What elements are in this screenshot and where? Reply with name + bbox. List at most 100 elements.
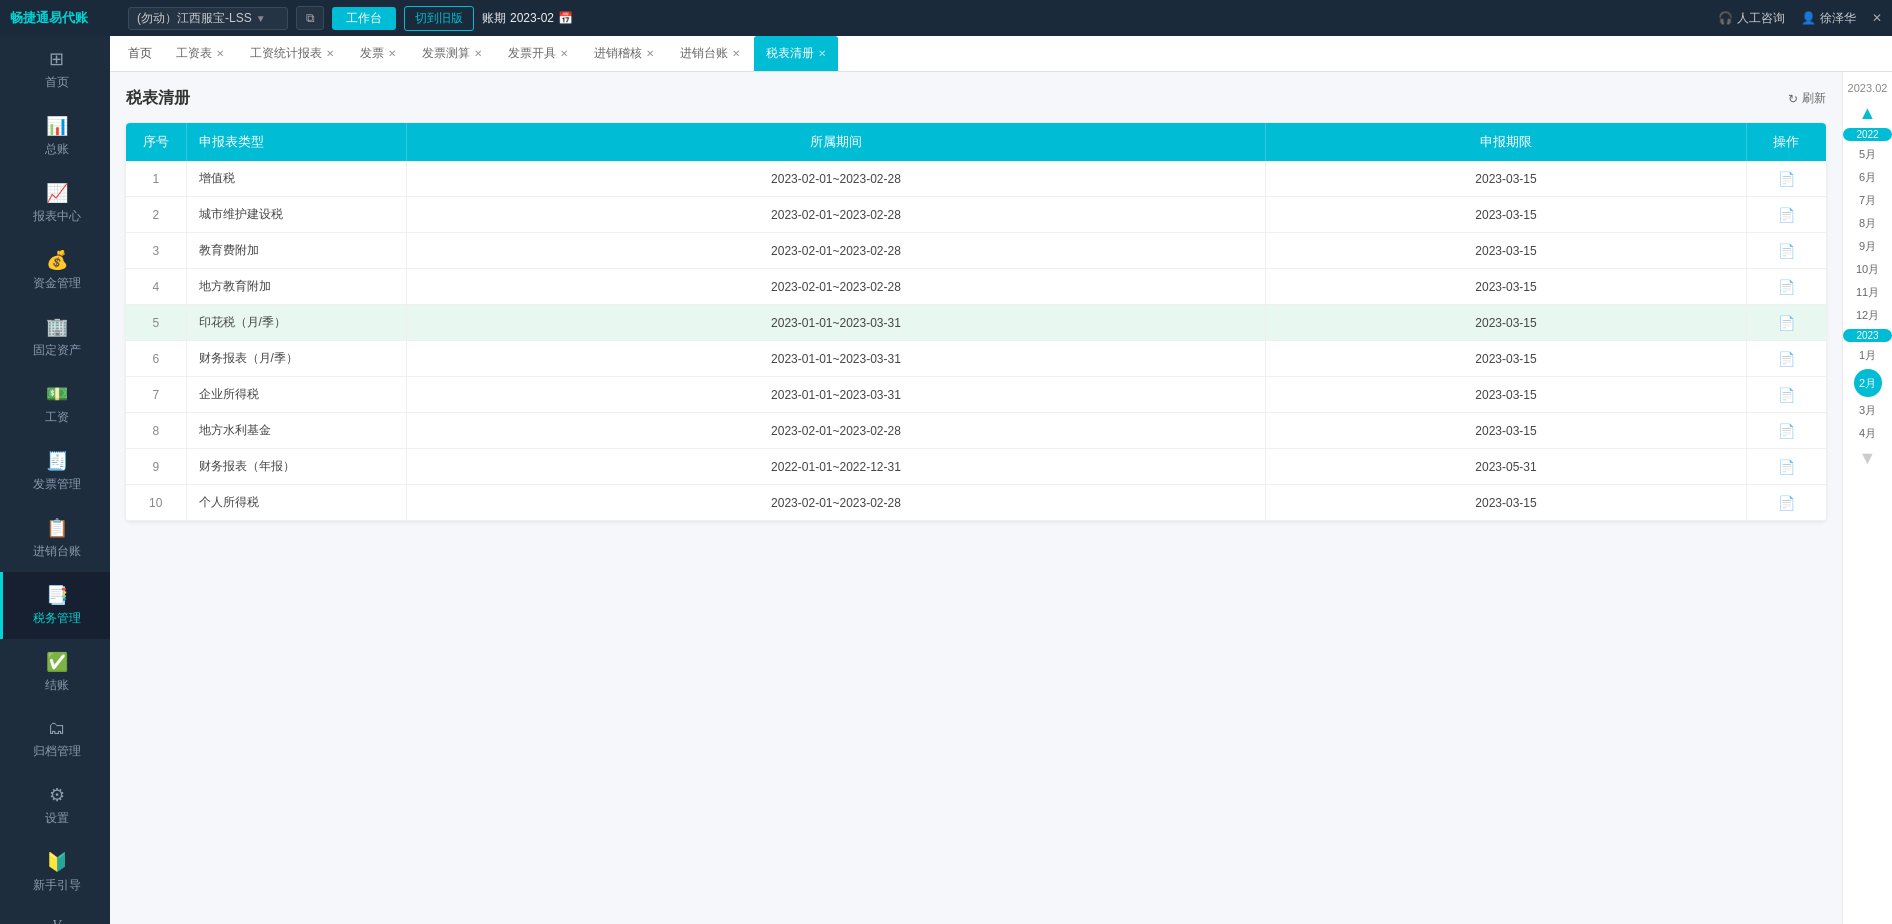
tab-tax-register[interactable]: 税表清册 ✕ <box>754 36 838 71</box>
reports-icon: 📈 <box>46 182 68 204</box>
tab-payroll[interactable]: 工资表 ✕ <box>164 36 236 71</box>
tab-close-icon[interactable]: ✕ <box>560 48 568 59</box>
table-header-row: 序号 申报表类型 所属期间 申报期限 操作 <box>126 123 1826 161</box>
file-action-icon[interactable]: 📄 <box>1778 423 1795 439</box>
tab-purchase-ledger[interactable]: 进销台账 ✕ <box>668 36 752 71</box>
cell-deadline: 2023-03-15 <box>1266 197 1746 233</box>
month-3[interactable]: 3月 <box>1843 399 1892 422</box>
tab-home[interactable]: 首页 <box>118 36 162 71</box>
workspace-button[interactable]: 工作台 <box>332 7 396 30</box>
member-icon: V <box>52 918 61 924</box>
tab-invoice-open[interactable]: 发票开具 ✕ <box>496 36 580 71</box>
month-1[interactable]: 1月 <box>1843 344 1892 367</box>
table-row: 2城市维护建设税2023-02-01~2023-02-282023-03-15📄 <box>126 197 1826 233</box>
file-action-icon[interactable]: 📄 <box>1778 495 1795 511</box>
sidebar-item-assets[interactable]: 🏢 固定资产 <box>0 304 110 371</box>
sidebar-item-label: 归档管理 <box>33 743 81 760</box>
tab-close-icon[interactable]: ✕ <box>474 48 482 59</box>
file-action-icon[interactable]: 📄 <box>1778 207 1795 223</box>
page-title: 税表清册 <box>126 88 190 109</box>
cell-action[interactable]: 📄 <box>1746 377 1826 413</box>
user-menu[interactable]: 👤 徐泽华 <box>1801 10 1856 27</box>
month-10[interactable]: 10月 <box>1843 258 1892 281</box>
tab-close-icon[interactable]: ✕ <box>326 48 334 59</box>
tab-label: 发票测算 <box>422 45 470 62</box>
guide-icon: 🔰 <box>46 851 68 873</box>
switch-version-button[interactable]: 切到旧版 <box>404 6 474 31</box>
sidebar-item-label: 资金管理 <box>33 275 81 292</box>
sidebar-item-home[interactable]: ⊞ 首页 <box>0 36 110 103</box>
file-action-icon[interactable]: 📄 <box>1778 243 1795 259</box>
scroll-up-button[interactable]: ▲ <box>1855 100 1881 126</box>
tab-close-icon[interactable]: ✕ <box>818 48 826 59</box>
cell-action[interactable]: 📄 <box>1746 305 1826 341</box>
sidebar-item-ledger[interactable]: 📊 总账 <box>0 103 110 170</box>
cell-action[interactable]: 📄 <box>1746 485 1826 521</box>
table-row: 3教育费附加2023-02-01~2023-02-282023-03-15📄 <box>126 233 1826 269</box>
month-9[interactable]: 9月 <box>1843 235 1892 258</box>
funds-icon: 💰 <box>46 249 68 271</box>
sidebar-item-settings[interactable]: ⚙ 设置 <box>0 772 110 839</box>
month-8[interactable]: 8月 <box>1843 212 1892 235</box>
tab-bar: 首页 工资表 ✕ 工资统计报表 ✕ 发票 ✕ 发票测算 ✕ 发票开具 ✕ <box>110 36 1892 72</box>
close-icon[interactable]: ✕ <box>1872 11 1882 25</box>
period-value: 2023-02 <box>510 11 554 25</box>
sidebar-item-purchase[interactable]: 📋 进销台账 <box>0 505 110 572</box>
month-7[interactable]: 7月 <box>1843 189 1892 212</box>
cell-action[interactable]: 📄 <box>1746 449 1826 485</box>
tab-invoice-calc[interactable]: 发票测算 ✕ <box>410 36 494 71</box>
tab-close-icon[interactable]: ✕ <box>732 48 740 59</box>
sidebar-item-settlement[interactable]: ✅ 结账 <box>0 639 110 706</box>
month-4[interactable]: 4月 <box>1843 422 1892 445</box>
file-action-icon[interactable]: 📄 <box>1778 351 1795 367</box>
ai-consult-label: 人工咨询 <box>1737 10 1785 27</box>
tab-close-icon[interactable]: ✕ <box>216 48 224 59</box>
month-12[interactable]: 12月 <box>1843 304 1892 327</box>
sidebar-item-guide[interactable]: 🔰 新手引导 <box>0 839 110 906</box>
file-action-icon[interactable]: 📄 <box>1778 171 1795 187</box>
ai-consult-button[interactable]: 🎧 人工咨询 <box>1718 10 1785 27</box>
tab-invoice[interactable]: 发票 ✕ <box>348 36 408 71</box>
sidebar: ⊞ 首页 📊 总账 📈 报表中心 💰 资金管理 🏢 固定资产 💵 工资 🧾 发票… <box>0 36 110 924</box>
sidebar-item-label: 设置 <box>45 810 69 827</box>
sidebar-item-reports[interactable]: 📈 报表中心 <box>0 170 110 237</box>
month-2-active[interactable]: 2月 <box>1854 369 1882 397</box>
cell-index: 2 <box>126 197 186 233</box>
refresh-button[interactable]: ↻ 刷新 <box>1788 90 1826 107</box>
sidebar-item-member[interactable]: V 畅会员 <box>0 906 110 924</box>
tab-purchase-check[interactable]: 进销稽核 ✕ <box>582 36 666 71</box>
year-2022-label[interactable]: 2022 <box>1843 128 1892 141</box>
company-selector[interactable]: (勿动）江西服宝-LSS ▼ <box>128 7 288 30</box>
file-action-icon[interactable]: 📄 <box>1778 459 1795 475</box>
cell-action[interactable]: 📄 <box>1746 233 1826 269</box>
cell-index: 10 <box>126 485 186 521</box>
cell-action[interactable]: 📄 <box>1746 197 1826 233</box>
cell-action[interactable]: 📄 <box>1746 413 1826 449</box>
sidebar-item-tax[interactable]: 📑 税务管理 <box>0 572 110 639</box>
right-panel-header: 2023.02 <box>1844 76 1892 100</box>
tab-close-icon[interactable]: ✕ <box>646 48 654 59</box>
tab-payroll-stats[interactable]: 工资统计报表 ✕ <box>238 36 346 71</box>
year-2023-label[interactable]: 2023 <box>1843 329 1892 342</box>
sidebar-item-salary[interactable]: 💵 工资 <box>0 371 110 438</box>
file-action-icon[interactable]: 📄 <box>1778 279 1795 295</box>
copy-icon[interactable]: ⧉ <box>296 6 324 30</box>
table-row: 9财务报表（年报）2022-01-01~2022-12-312023-05-31… <box>126 449 1826 485</box>
month-11[interactable]: 11月 <box>1843 281 1892 304</box>
sidebar-item-funds[interactable]: 💰 资金管理 <box>0 237 110 304</box>
month-5[interactable]: 5月 <box>1843 143 1892 166</box>
calendar-icon[interactable]: 📅 <box>558 11 573 25</box>
cell-action[interactable]: 📄 <box>1746 161 1826 197</box>
month-6[interactable]: 6月 <box>1843 166 1892 189</box>
file-action-icon[interactable]: 📄 <box>1778 387 1795 403</box>
file-action-icon[interactable]: 📄 <box>1778 315 1795 331</box>
tab-label: 工资统计报表 <box>250 45 322 62</box>
tab-close-icon[interactable]: ✕ <box>388 48 396 59</box>
cell-deadline: 2023-05-31 <box>1266 449 1746 485</box>
cell-type: 地方教育附加 <box>186 269 406 305</box>
cell-action[interactable]: 📄 <box>1746 341 1826 377</box>
sidebar-item-archive[interactable]: 🗂 归档管理 <box>0 706 110 772</box>
scroll-down-button[interactable]: ▼ <box>1855 445 1881 471</box>
cell-action[interactable]: 📄 <box>1746 269 1826 305</box>
sidebar-item-invoice[interactable]: 🧾 发票管理 <box>0 438 110 505</box>
